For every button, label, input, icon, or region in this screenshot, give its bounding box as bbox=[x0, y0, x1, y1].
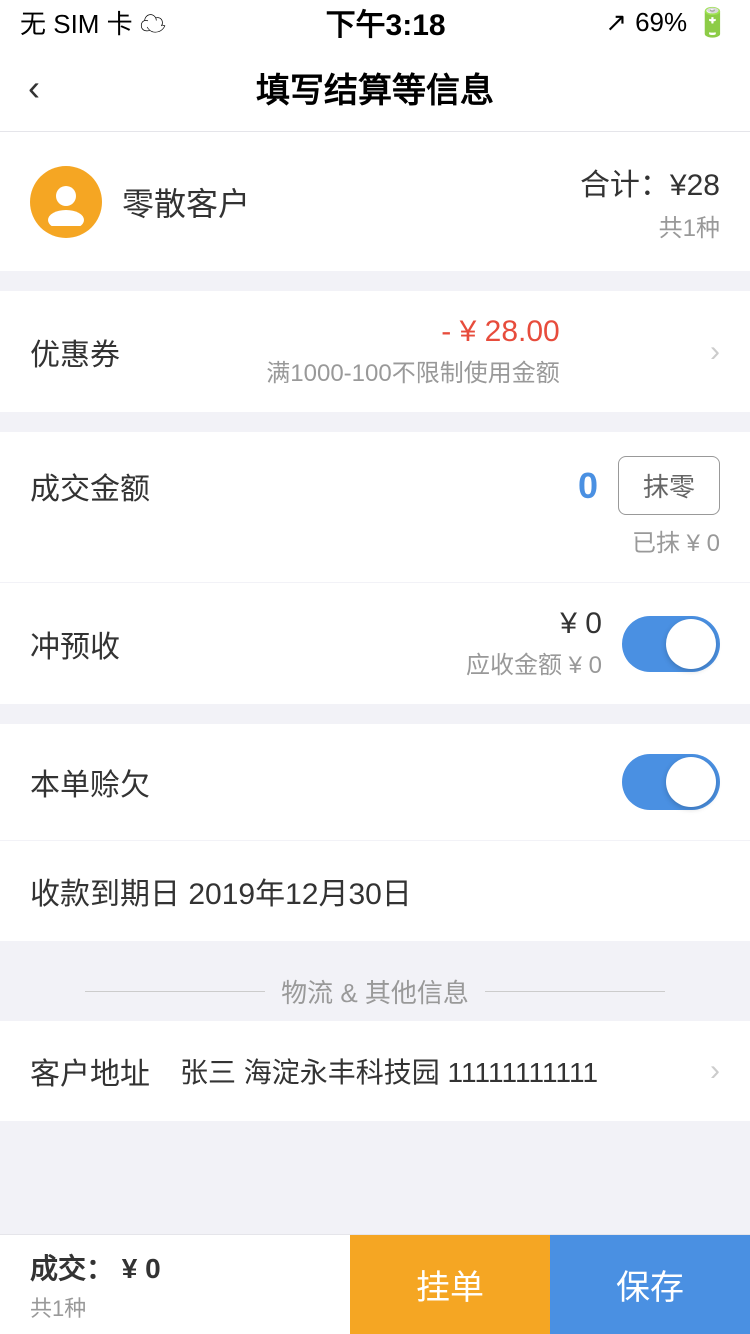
deal-right: 0 抹零 bbox=[578, 456, 720, 515]
coupon-desc: 满1000-100不限制使用金额 bbox=[266, 353, 559, 388]
deal-value: 0 bbox=[578, 465, 598, 507]
hang-button[interactable]: 挂单 bbox=[350, 1235, 550, 1334]
sim-status: 无 SIM 卡 ☁ bbox=[20, 4, 166, 41]
bottom-value: ¥ 0 bbox=[122, 1253, 161, 1284]
address-section: 客户地址 张三 海淀永丰科技园 11111111111 › bbox=[0, 1021, 750, 1121]
address-label: 客户地址 bbox=[30, 1049, 150, 1093]
logistics-label: 物流 & 其他信息 bbox=[281, 973, 469, 1010]
toggle-knob bbox=[666, 619, 716, 669]
bottom-summary-top: 成交： ¥ 0 bbox=[30, 1247, 320, 1287]
customer-count: 共1种 bbox=[580, 208, 720, 243]
duedate-text: 收款到期日 2019年12月30日 bbox=[30, 878, 412, 911]
address-chevron: › bbox=[710, 1054, 720, 1088]
deal-sub: 已抹 ¥ 0 bbox=[30, 523, 720, 558]
precollect-label: 冲预收 bbox=[30, 622, 120, 666]
coupon-chevron: › bbox=[710, 335, 720, 369]
status-right: ↗ 69% 🔋 bbox=[605, 6, 730, 39]
logistics-divider: 物流 & 其他信息 bbox=[0, 961, 750, 1021]
status-bar: 无 SIM 卡 ☁ 下午3:18 ↗ 69% 🔋 bbox=[0, 0, 750, 44]
divider-line-left bbox=[85, 991, 265, 992]
divider-line-right bbox=[485, 991, 665, 992]
bottom-label: 成交： bbox=[30, 1253, 114, 1284]
customer-section: 零散客户 合计：¥28 共1种 bbox=[0, 132, 750, 271]
precollect-right: ¥ 0 应收金额 ¥ 0 bbox=[466, 607, 720, 680]
back-button[interactable]: ‹ bbox=[28, 67, 40, 109]
coupon-label: 优惠券 bbox=[30, 330, 120, 374]
debt-label: 本单赊欠 bbox=[30, 760, 150, 804]
precollect-amount: ¥ 0 bbox=[466, 607, 602, 641]
battery-icon: 🔋 bbox=[695, 6, 730, 39]
customer-total: 合计：¥28 bbox=[580, 160, 720, 204]
customer-right: 合计：¥28 共1种 bbox=[580, 160, 720, 243]
customer-row: 零散客户 合计：¥28 共1种 bbox=[0, 132, 750, 271]
bottom-bar: 成交： ¥ 0 共1种 挂单 保存 bbox=[0, 1234, 750, 1334]
status-left: 无 SIM 卡 ☁ bbox=[20, 4, 166, 41]
coupon-amount: - ¥ 28.00 bbox=[266, 315, 559, 349]
coupon-right: - ¥ 28.00 满1000-100不限制使用金额 bbox=[266, 315, 559, 388]
precollect-toggle[interactable] bbox=[622, 616, 720, 672]
customer-name: 零散客户 bbox=[122, 179, 250, 225]
bottom-summary: 成交： ¥ 0 共1种 bbox=[0, 1247, 350, 1323]
duedate-row[interactable]: 收款到期日 2019年12月30日 bbox=[0, 840, 750, 941]
bottom-summary-count: 共1种 bbox=[30, 1291, 320, 1323]
address-row[interactable]: 客户地址 张三 海淀永丰科技园 11111111111 › bbox=[0, 1021, 750, 1121]
debt-toggle-knob bbox=[666, 757, 716, 807]
coupon-section[interactable]: 优惠券 - ¥ 28.00 满1000-100不限制使用金额 › bbox=[0, 291, 750, 412]
battery-level: 69% bbox=[635, 7, 687, 38]
precollect-row: 冲预收 ¥ 0 应收金额 ¥ 0 bbox=[0, 582, 750, 704]
customer-left: 零散客户 bbox=[30, 166, 250, 238]
location-icon: ↗ bbox=[605, 7, 627, 38]
debt-row: 本单赊欠 bbox=[0, 724, 750, 840]
deal-label: 成交金额 bbox=[30, 464, 150, 508]
nav-bar: ‹ 填写结算等信息 bbox=[0, 44, 750, 132]
round-button[interactable]: 抹零 bbox=[618, 456, 720, 515]
save-button[interactable]: 保存 bbox=[550, 1235, 750, 1334]
deal-section: 成交金额 0 抹零 已抹 ¥ 0 冲预收 ¥ 0 应收金额 ¥ 0 bbox=[0, 432, 750, 704]
deal-amount-row: 成交金额 0 抹零 已抹 ¥ 0 bbox=[0, 432, 750, 582]
debt-section: 本单赊欠 收款到期日 2019年12月30日 bbox=[0, 724, 750, 941]
address-value: 张三 海淀永丰科技园 11111111111 bbox=[180, 1051, 680, 1091]
coupon-row[interactable]: 优惠券 - ¥ 28.00 满1000-100不限制使用金额 › bbox=[0, 291, 750, 412]
debt-toggle[interactable] bbox=[622, 754, 720, 810]
precollect-sub: 应收金额 ¥ 0 bbox=[466, 645, 602, 680]
page-title: 填写结算等信息 bbox=[256, 63, 494, 112]
avatar bbox=[30, 166, 102, 238]
status-time: 下午3:18 bbox=[326, 0, 446, 44]
